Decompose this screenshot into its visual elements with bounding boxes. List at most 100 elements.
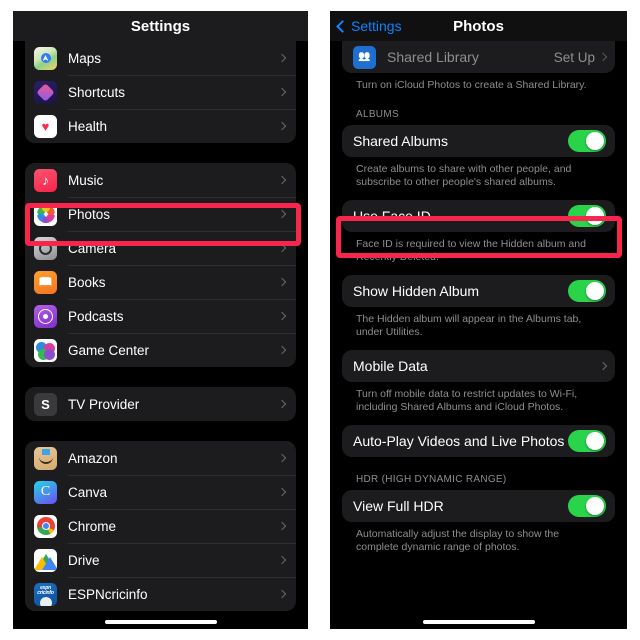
chevron-right-icon [277, 87, 287, 97]
sidebar-item-health[interactable]: Health [25, 109, 296, 143]
settings-nav-title: Settings [130, 17, 191, 35]
albums-section-header: ALBUMS [356, 109, 399, 120]
row-label: View Full HDR [353, 498, 444, 514]
chevron-right-icon [277, 487, 287, 497]
view-full-hdr-row[interactable]: View Full HDR [342, 490, 615, 522]
row-label: Use Face ID [353, 208, 431, 224]
home-indicator [104, 620, 217, 624]
show-hidden-album-row[interactable]: Show Hidden Album [342, 275, 615, 307]
row-label: Shared Library [387, 49, 479, 65]
auto-play-toggle[interactable] [568, 430, 606, 452]
row-label: Amazon [68, 450, 118, 466]
use-face-id-footnote: Face ID is required to view the Hidden a… [356, 238, 586, 263]
view-full-hdr-footnote: Automatically adjust the display to show… [356, 528, 560, 553]
sidebar-item-photos[interactable]: Photos [25, 197, 296, 231]
row-label: Show Hidden Album [353, 283, 480, 299]
home-indicator [422, 620, 535, 624]
chevron-right-icon [277, 209, 287, 219]
espncricinfo-icon: espn cricinfo [34, 582, 57, 606]
chevron-right-icon [598, 52, 608, 62]
settings-phone-screen: Settings Maps Shortcuts Health [13, 11, 308, 629]
sidebar-item-camera[interactable]: Camera [25, 231, 296, 265]
settings-group-third-party-apps: Amazon Canva Chrome Drive [25, 441, 296, 611]
podcasts-icon [34, 304, 57, 328]
row-label: Music [68, 172, 104, 188]
music-icon [34, 168, 57, 192]
row-label: Drive [68, 552, 100, 568]
shared-library-value: Set Up [553, 49, 595, 65]
shared-library-footnote: Turn on iCloud Photos to create a Shared… [356, 79, 587, 91]
sidebar-item-shortcuts[interactable]: Shortcuts [25, 75, 296, 109]
settings-scroll-area[interactable]: Maps Shortcuts Health [13, 41, 308, 629]
sidebar-item-maps[interactable]: Maps [25, 41, 296, 75]
shared-albums-toggle[interactable] [568, 130, 606, 152]
shared-library-row[interactable]: Shared Library Set Up [342, 41, 615, 73]
canva-icon [34, 480, 57, 504]
row-label: Canva [68, 484, 108, 500]
settings-group-tv-provider: TV Provider [25, 387, 296, 421]
health-icon [34, 114, 57, 138]
sidebar-item-podcasts[interactable]: Podcasts [25, 299, 296, 333]
photos-scroll-area[interactable]: Shared Library Set Up Turn on iCloud Pho… [330, 41, 627, 629]
shared-albums-footnote: Create albums to share with other people… [356, 163, 572, 188]
back-button[interactable]: Settings [336, 18, 402, 34]
view-full-hdr-toggle[interactable] [568, 495, 606, 517]
maps-icon [34, 46, 57, 70]
chevron-right-icon [277, 589, 287, 599]
photos-navbar: Settings Photos [330, 11, 627, 41]
sidebar-item-books[interactable]: Books [25, 265, 296, 299]
row-label: Books [68, 274, 106, 290]
google-drive-icon [34, 548, 57, 572]
row-label: Shared Albums [353, 133, 448, 149]
chevron-right-icon [277, 53, 287, 63]
chevron-right-icon [277, 555, 287, 565]
use-face-id-toggle[interactable] [568, 205, 606, 227]
back-button-label: Settings [351, 18, 402, 34]
row-label: Maps [68, 50, 102, 66]
settings-navbar: Settings [13, 11, 308, 41]
sidebar-item-canva[interactable]: Canva [25, 475, 296, 509]
game-center-icon [34, 338, 57, 362]
sidebar-item-amazon[interactable]: Amazon [25, 441, 296, 475]
row-label: Chrome [68, 518, 117, 534]
sidebar-item-game-center[interactable]: Game Center [25, 333, 296, 367]
row-label: ESPNcricinfo [68, 586, 148, 602]
sidebar-item-tv-provider[interactable]: TV Provider [25, 387, 296, 421]
row-label: Mobile Data [353, 358, 428, 374]
shared-library-group: Shared Library Set Up [342, 41, 615, 73]
chevron-right-icon [277, 311, 287, 321]
settings-group-apple-apps-1: Maps Shortcuts Health [25, 41, 296, 143]
chevron-left-icon [336, 19, 349, 33]
row-label: Photos [68, 206, 111, 222]
books-icon [34, 270, 57, 294]
mobile-data-row[interactable]: Mobile Data [342, 350, 615, 382]
amazon-icon [34, 446, 57, 470]
photos-icon [34, 202, 57, 226]
sidebar-item-chrome[interactable]: Chrome [25, 509, 296, 543]
tv-provider-icon [34, 392, 57, 416]
sidebar-item-drive[interactable]: Drive [25, 543, 296, 577]
auto-play-group: Auto-Play Videos and Live Photos [342, 425, 615, 457]
auto-play-row[interactable]: Auto-Play Videos and Live Photos [342, 425, 615, 457]
shared-albums-row[interactable]: Shared Albums [342, 125, 615, 157]
mobile-data-group: Mobile Data [342, 350, 615, 382]
use-face-id-row[interactable]: Use Face ID [342, 200, 615, 232]
sidebar-item-music[interactable]: Music [25, 163, 296, 197]
chevron-right-icon [277, 175, 287, 185]
chevron-right-icon [277, 453, 287, 463]
row-label: Shortcuts [68, 84, 126, 100]
settings-group-apple-apps-2: Music Photos Camera Books [25, 163, 296, 367]
show-hidden-album-toggle[interactable] [568, 280, 606, 302]
chevron-right-icon [277, 345, 287, 355]
sidebar-item-espncricinfo[interactable]: espn cricinfo ESPNcricinfo [25, 577, 296, 611]
chevron-right-icon [277, 399, 287, 409]
row-label: Camera [68, 240, 117, 256]
hdr-section-header: HDR (HIGH DYNAMIC RANGE) [356, 474, 507, 485]
chrome-icon [34, 514, 57, 538]
show-hidden-album-group: Show Hidden Album [342, 275, 615, 307]
shared-albums-group: Shared Albums [342, 125, 615, 157]
